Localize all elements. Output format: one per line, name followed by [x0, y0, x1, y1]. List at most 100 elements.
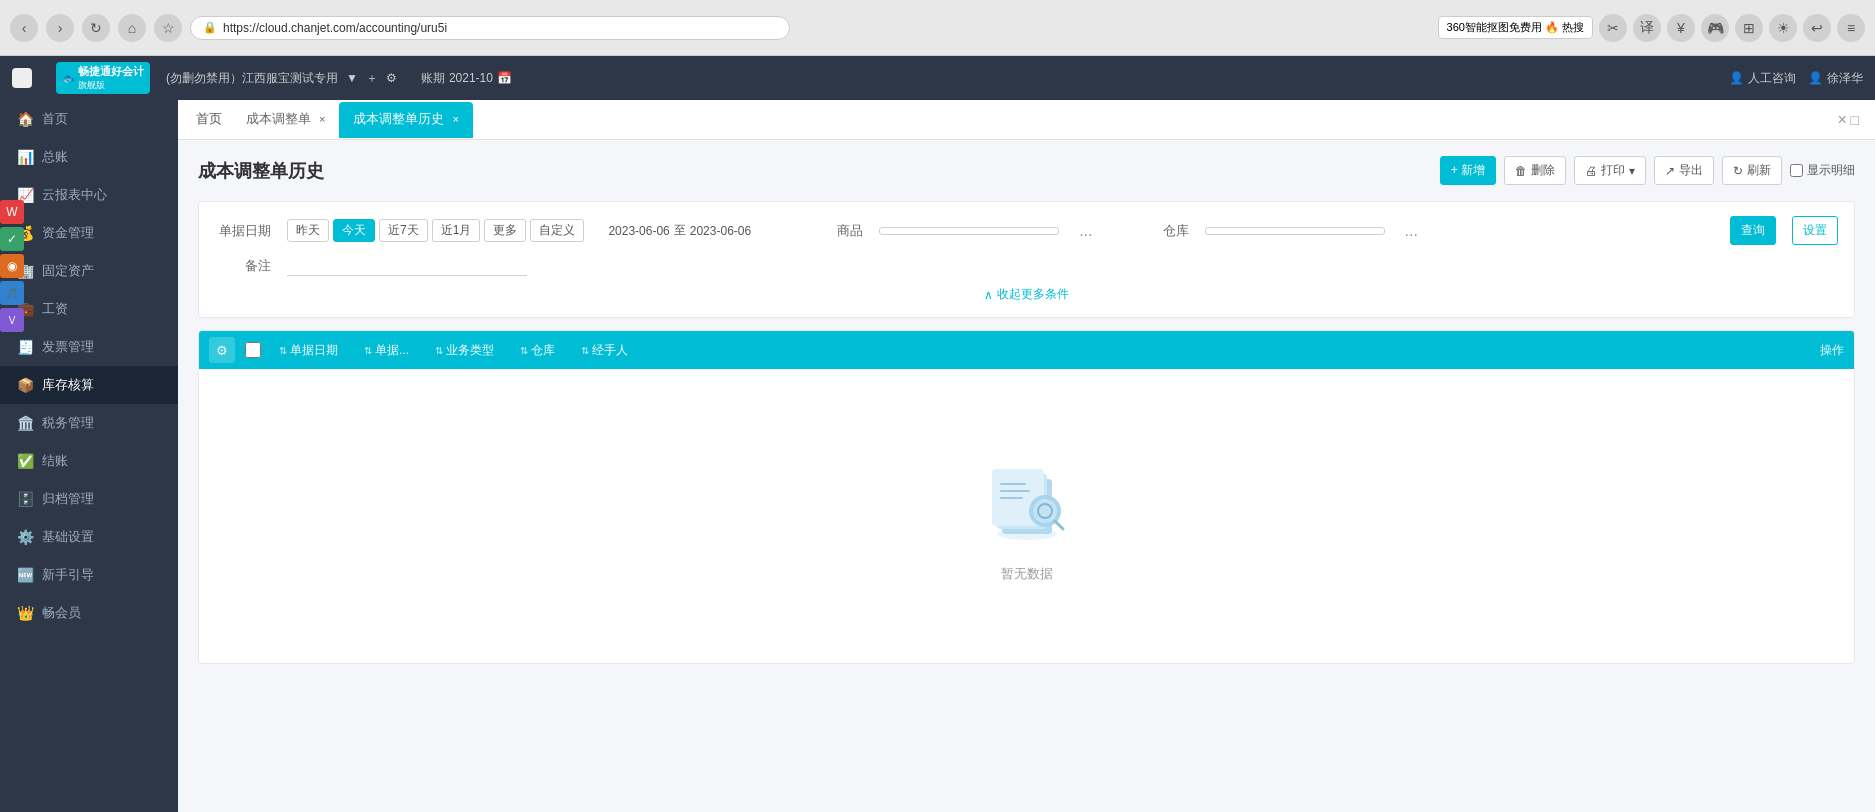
forward-button[interactable]: › [46, 14, 74, 42]
warehouse-select[interactable] [1205, 227, 1385, 235]
date-btn-7days[interactable]: 近7天 [379, 219, 428, 242]
warehouse-dots[interactable]: ... [1401, 222, 1422, 240]
tab-cost-adjust-history[interactable]: 成本调整单历史 × [339, 102, 472, 138]
table-container: ⚙ ⇅ 单据日期 ⇅ 单据... ⇅ 业务类型 [198, 330, 1855, 664]
back-button[interactable]: ‹ [10, 14, 38, 42]
inventory-icon: 📦 [16, 376, 34, 394]
menu-btn[interactable]: ≡ [1837, 14, 1865, 42]
sidebar-item-reports[interactable]: 📈 云报表中心 [0, 176, 178, 214]
sidebar-item-guide[interactable]: 🆕 新手引导 [0, 556, 178, 594]
ledger-icon: 📊 [16, 148, 34, 166]
tab-cost-adjust[interactable]: 成本调整单 × [232, 102, 339, 138]
refresh-button[interactable]: ↻ [82, 14, 110, 42]
table-select-all-checkbox[interactable] [245, 342, 261, 358]
sidebar: 🏠 首页 📊 总账 📈 云报表中心 💰 资金管理 🏢 固定资产 💼 工资 [0, 100, 178, 812]
date-btn-today[interactable]: 今天 [333, 219, 375, 242]
invoice-icon: 🧾 [16, 338, 34, 356]
tab-cost-adjust-close[interactable]: × [319, 113, 325, 125]
float-icon-blue[interactable]: 🎵 [0, 281, 24, 305]
user-avatar-icon: 👤 [1808, 71, 1823, 85]
side-icon-1[interactable] [12, 68, 32, 88]
sidebar-item-funds[interactable]: 💰 资金管理 [0, 214, 178, 252]
period-label: 账期 [421, 70, 445, 87]
product-select[interactable] [879, 227, 1059, 235]
table-col-biztype[interactable]: ⇅ 业务类型 [427, 342, 502, 359]
table-col-date[interactable]: ⇅ 单据日期 [271, 342, 346, 359]
sidebar-item-assets[interactable]: 🏢 固定资产 [0, 252, 178, 290]
app-shell: 🐟 畅捷通好会计 旗舰版 (勿删勿禁用）江西服宝测试专用 ▼ ＋ ⚙ 账期 20… [0, 56, 1875, 812]
print-icon: 🖨 [1585, 164, 1597, 178]
guide-icon: 🆕 [16, 566, 34, 584]
remark-input[interactable] [287, 255, 527, 276]
display-toggle: 显示明细 [1790, 162, 1855, 179]
table-settings-button[interactable]: ⚙ [209, 337, 235, 363]
translate-btn[interactable]: 译 [1633, 14, 1661, 42]
lock-icon: 🔒 [203, 21, 217, 34]
sidebar-label-home: 首页 [42, 110, 68, 128]
product-filter-label: 商品 [807, 222, 863, 240]
bookmark-button[interactable]: ☆ [154, 14, 182, 42]
sidebar-item-payroll[interactable]: 💼 工资 [0, 290, 178, 328]
float-icon-orange[interactable]: ◉ [0, 254, 24, 278]
extension-btn[interactable]: ✂ [1599, 14, 1627, 42]
brightness-btn[interactable]: ☀ [1769, 14, 1797, 42]
home-button[interactable]: ⌂ [118, 14, 146, 42]
undo-btn[interactable]: ↩ [1803, 14, 1831, 42]
query-button[interactable]: 查询 [1730, 216, 1776, 245]
sidebar-item-member[interactable]: 👑 畅会员 [0, 594, 178, 632]
restore-btn[interactable]: □ [1851, 112, 1859, 128]
table-col-warehouse[interactable]: ⇅ 仓库 [512, 342, 563, 359]
sidebar-item-settings[interactable]: ⚙️ 基础设置 [0, 518, 178, 556]
home-icon: 🏠 [16, 110, 34, 128]
period-value: 2021-10 [449, 71, 493, 85]
delete-button[interactable]: 🗑 删除 [1504, 156, 1566, 185]
date-btn-more[interactable]: 更多 [484, 219, 526, 242]
dropdown-icon[interactable]: ▼ [346, 71, 358, 85]
sidebar-item-inventory[interactable]: 📦 库存核算 [0, 366, 178, 404]
settings-icon[interactable]: ⚙ [386, 71, 397, 85]
url-bar[interactable]: 🔒 https://cloud.chanjet.com/accounting/u… [190, 16, 790, 40]
table-col-operator[interactable]: ⇅ 经手人 [573, 342, 636, 359]
tab-home[interactable]: 首页 [186, 102, 232, 138]
sidebar-item-closing[interactable]: ✅ 结账 [0, 442, 178, 480]
float-icon-purple[interactable]: V [0, 308, 24, 332]
product-dots[interactable]: ... [1075, 222, 1096, 240]
display-detail-checkbox[interactable] [1790, 164, 1803, 177]
collapse-button[interactable]: ∧ 收起更多条件 [984, 286, 1069, 303]
sidebar-item-invoice[interactable]: 🧾 发票管理 [0, 328, 178, 366]
float-icon-red[interactable]: W [0, 200, 24, 224]
tab-bar: 首页 成本调整单 × 成本调整单历史 × × □ [178, 100, 1875, 140]
calendar-icon[interactable]: 📅 [497, 71, 512, 85]
add-icon[interactable]: ＋ [366, 70, 378, 87]
close-tab-area-btn[interactable]: × [1838, 111, 1847, 129]
sidebar-item-ledger[interactable]: 📊 总账 [0, 138, 178, 176]
search-tool-btn[interactable]: 360智能抠图免费用 🔥 热搜 [1438, 16, 1593, 39]
new-button[interactable]: + 新增 [1440, 156, 1496, 185]
table-col-number[interactable]: ⇅ 单据... [356, 342, 417, 359]
float-icon-green[interactable]: ✓ [0, 227, 24, 251]
sidebar-item-home[interactable]: 🏠 首页 [0, 100, 178, 138]
refresh-button-action[interactable]: ↻ 刷新 [1722, 156, 1782, 185]
date-btn-1month[interactable]: 近1月 [432, 219, 481, 242]
sidebar-item-archive[interactable]: 🗄️ 归档管理 [0, 480, 178, 518]
sidebar-item-tax[interactable]: 🏛️ 税务管理 [0, 404, 178, 442]
apps-btn[interactable]: ⊞ [1735, 14, 1763, 42]
user-button[interactable]: 👤 徐泽华 [1808, 70, 1863, 87]
print-button[interactable]: 🖨 打印 ▾ [1574, 156, 1646, 185]
member-icon: 👑 [16, 604, 34, 622]
date-btn-custom[interactable]: 自定义 [530, 219, 584, 242]
wallet-btn[interactable]: ¥ [1667, 14, 1695, 42]
game-btn[interactable]: 🎮 [1701, 14, 1729, 42]
date-to: 2023-06-06 [690, 224, 751, 238]
export-button[interactable]: ↗ 导出 [1654, 156, 1714, 185]
sidebar-label-archive: 归档管理 [42, 490, 94, 508]
headset-icon: 👤 [1729, 71, 1744, 85]
refresh-icon: ↻ [1733, 164, 1743, 178]
sort-icon-wh: ⇅ [520, 345, 528, 356]
service-button[interactable]: 👤 人工咨询 [1729, 70, 1796, 87]
sidebar-label-payroll: 工资 [42, 300, 68, 318]
date-btn-yesterday[interactable]: 昨天 [287, 219, 329, 242]
logo-icon: 🐟 [62, 73, 74, 84]
tab-cost-adjust-history-close[interactable]: × [452, 113, 458, 125]
filter-settings-button[interactable]: 设置 [1792, 216, 1838, 245]
